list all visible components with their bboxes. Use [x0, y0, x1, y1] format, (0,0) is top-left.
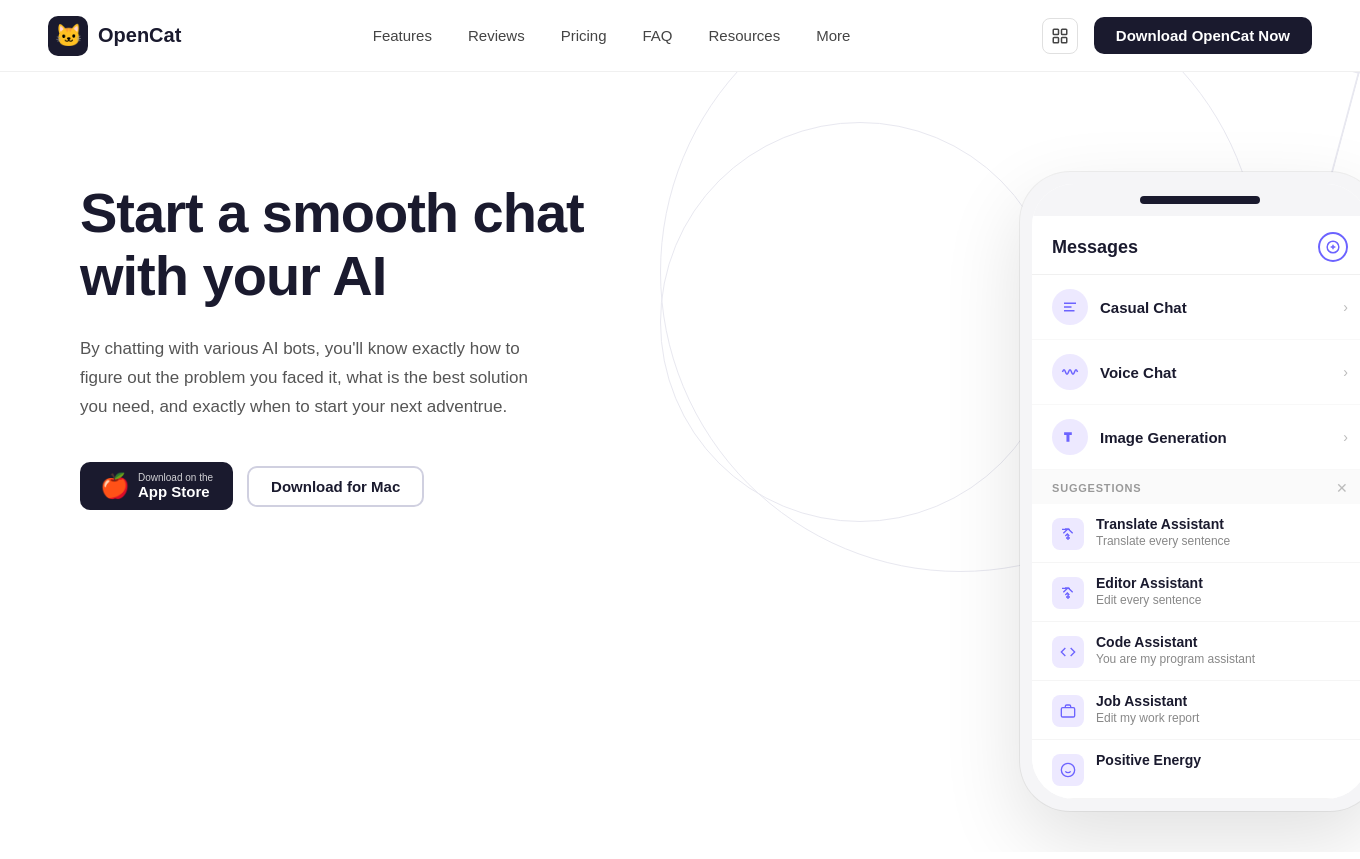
nav-icon-button[interactable] [1042, 18, 1078, 54]
casual-chat-icon [1052, 289, 1088, 325]
voice-chat-icon [1052, 354, 1088, 390]
nav-more[interactable]: More [816, 27, 850, 44]
suggestion-editor[interactable]: Editor Assistant Edit every sentence [1032, 563, 1360, 622]
appstore-button[interactable]: 🍎 Download on the App Store [80, 462, 233, 510]
nav-pricing[interactable]: Pricing [561, 27, 607, 44]
suggestions-label: SUGGESTIONS [1052, 482, 1141, 494]
job-text: Job Assistant Edit my work report [1096, 693, 1348, 725]
messages-title: Messages [1052, 237, 1138, 258]
nav-right: Download OpenCat Now [1042, 17, 1312, 54]
suggestion-code[interactable]: Code Assistant You are my program assist… [1032, 622, 1360, 681]
logo-link[interactable]: 🐱 OpenCat [48, 16, 181, 56]
logo-text: OpenCat [98, 24, 181, 47]
nav-download-button[interactable]: Download OpenCat Now [1094, 17, 1312, 54]
suggestion-translate[interactable]: Translate Assistant Translate every sent… [1032, 504, 1360, 563]
chat-item-voice[interactable]: Voice Chat › [1032, 340, 1360, 405]
phone-inner: Messages Casual Chat › [1032, 184, 1360, 799]
nav-reviews[interactable]: Reviews [468, 27, 525, 44]
bg-decoration-2 [660, 122, 1060, 522]
phone-notch [1140, 196, 1260, 204]
editor-icon [1052, 577, 1084, 609]
phone-notch-area [1032, 184, 1360, 216]
svg-text:T: T [1065, 431, 1072, 443]
suggestion-job[interactable]: Job Assistant Edit my work report [1032, 681, 1360, 740]
svg-rect-0 [1053, 29, 1058, 34]
positive-text: Positive Energy [1096, 752, 1348, 770]
messages-header: Messages [1032, 216, 1360, 275]
casual-chat-chevron: › [1343, 299, 1348, 315]
suggestion-positive[interactable]: Positive Energy [1032, 740, 1360, 799]
hero-section: Start a smooth chat with your AI By chat… [0, 72, 1360, 852]
featured-section: As featured in Forbes TCTechCrunch WIRED… [0, 852, 1360, 859]
image-gen-label: Image Generation [1100, 429, 1343, 446]
phone-mockup: Messages Casual Chat › [1020, 172, 1360, 811]
appstore-big-text: App Store [138, 483, 213, 500]
phone-content: Messages Casual Chat › [1032, 216, 1360, 799]
svg-rect-1 [1061, 29, 1066, 34]
chat-item-casual[interactable]: Casual Chat › [1032, 275, 1360, 340]
hero-title: Start a smooth chat with your AI [80, 182, 640, 307]
svg-point-12 [1061, 763, 1074, 776]
phone-outer: Messages Casual Chat › [1020, 172, 1360, 811]
hero-description: By chatting with various AI bots, you'll… [80, 335, 560, 422]
svg-rect-2 [1053, 37, 1058, 42]
messages-add-button[interactable] [1318, 232, 1348, 262]
translate-icon [1052, 518, 1084, 550]
code-text: Code Assistant You are my program assist… [1096, 634, 1348, 666]
voice-chat-chevron: › [1343, 364, 1348, 380]
positive-icon [1052, 754, 1084, 786]
job-icon [1052, 695, 1084, 727]
code-icon [1052, 636, 1084, 668]
svg-rect-3 [1061, 37, 1066, 42]
image-gen-icon: T [1052, 419, 1088, 455]
translate-text: Translate Assistant Translate every sent… [1096, 516, 1348, 548]
nav-resources[interactable]: Resources [709, 27, 781, 44]
nav-links: Features Reviews Pricing FAQ Resources M… [373, 27, 851, 44]
editor-text: Editor Assistant Edit every sentence [1096, 575, 1348, 607]
voice-chat-label: Voice Chat [1100, 364, 1343, 381]
navbar: 🐱 OpenCat Features Reviews Pricing FAQ R… [0, 0, 1360, 72]
suggestions-header: SUGGESTIONS ✕ [1032, 470, 1360, 504]
logo-icon: 🐱 [48, 16, 88, 56]
apple-icon: 🍎 [100, 472, 130, 500]
mac-download-button[interactable]: Download for Mac [247, 466, 424, 507]
suggestions-close-button[interactable]: ✕ [1336, 480, 1348, 496]
appstore-small-text: Download on the [138, 472, 213, 483]
hero-buttons: 🍎 Download on the App Store Download for… [80, 462, 640, 510]
nav-faq[interactable]: FAQ [643, 27, 673, 44]
image-gen-chevron: › [1343, 429, 1348, 445]
chat-item-image[interactable]: T Image Generation › [1032, 405, 1360, 470]
nav-features[interactable]: Features [373, 27, 432, 44]
hero-content: Start a smooth chat with your AI By chat… [80, 152, 640, 510]
casual-chat-label: Casual Chat [1100, 299, 1343, 316]
svg-rect-11 [1061, 708, 1074, 717]
